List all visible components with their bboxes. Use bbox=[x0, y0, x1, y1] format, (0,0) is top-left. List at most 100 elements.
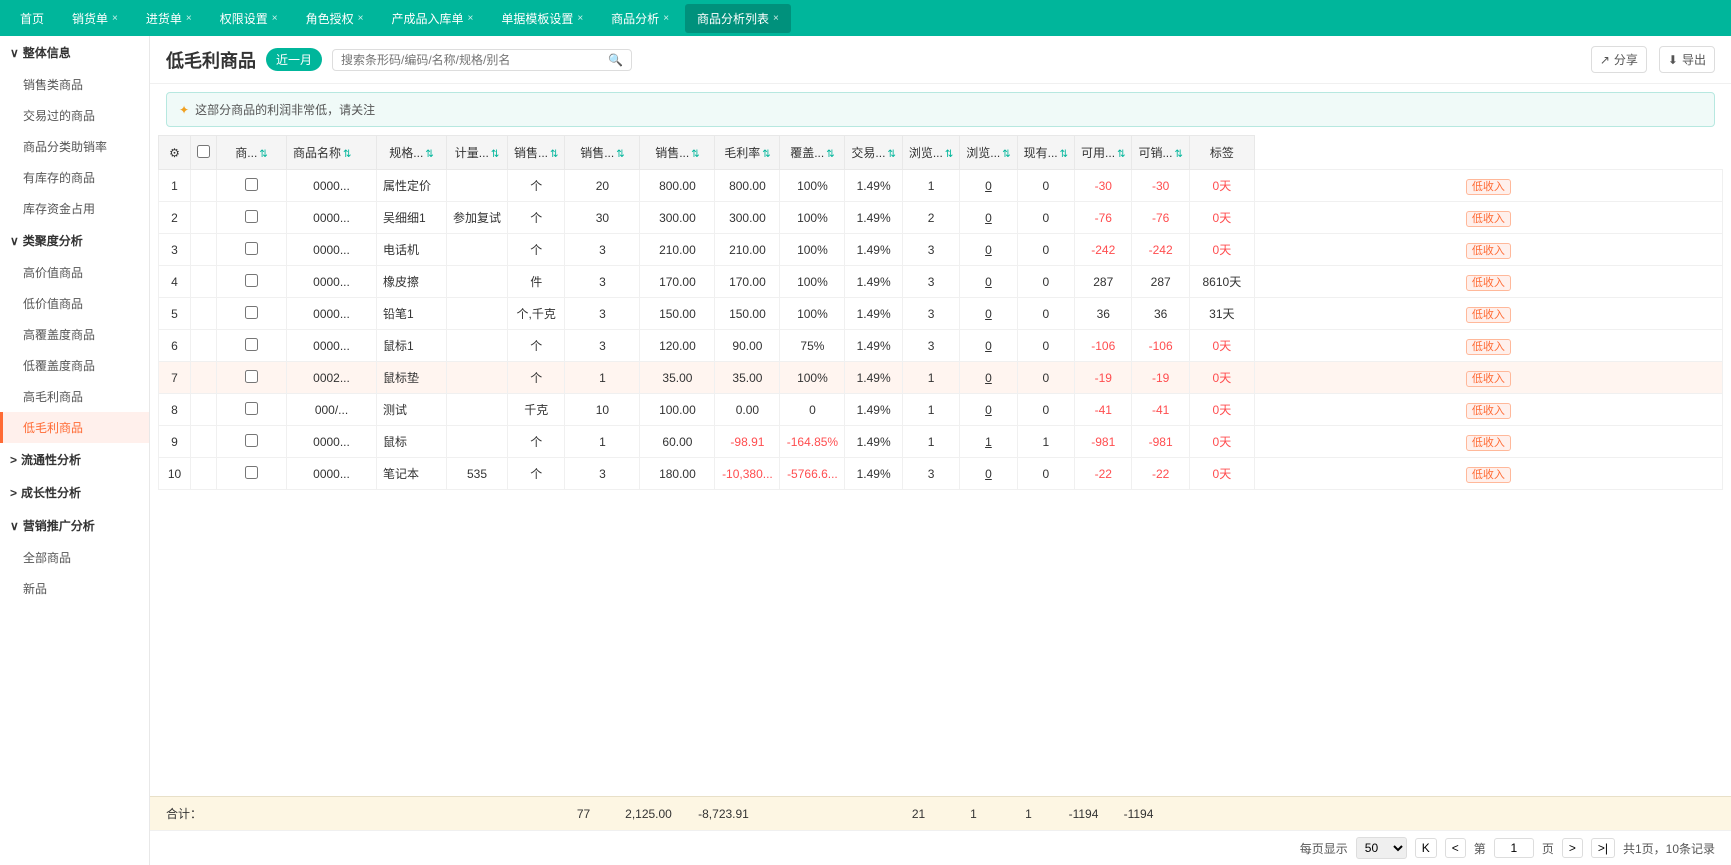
sidebar-item-low-value[interactable]: 低价值商品 bbox=[0, 288, 149, 319]
col-unit[interactable]: 计量...⇅ bbox=[447, 136, 508, 170]
cell-browse1[interactable]: 0 bbox=[960, 330, 1017, 362]
search-icon[interactable]: 🔍 bbox=[608, 53, 623, 67]
close-icon[interactable]: × bbox=[577, 13, 583, 24]
row-checkbox[interactable] bbox=[245, 338, 258, 351]
cell-browse1[interactable]: 0 bbox=[960, 458, 1017, 490]
share-button[interactable]: ↗ 分享 bbox=[1591, 46, 1647, 73]
next-page-button[interactable]: > bbox=[1562, 838, 1583, 858]
sidebar-group-liquidity[interactable]: > 流通性分析 bbox=[0, 443, 149, 476]
sidebar-item-high-value[interactable]: 高价值商品 bbox=[0, 257, 149, 288]
cell-browse1[interactable]: 0 bbox=[960, 266, 1017, 298]
cell-current: -106 bbox=[1075, 330, 1132, 362]
sidebar-item-all-goods[interactable]: 全部商品 bbox=[0, 542, 149, 573]
export-button[interactable]: ⬇ 导出 bbox=[1659, 46, 1715, 73]
cell-check[interactable] bbox=[217, 298, 287, 330]
col-browse1[interactable]: 浏览...⇅ bbox=[902, 136, 959, 170]
row-checkbox[interactable] bbox=[245, 434, 258, 447]
close-icon[interactable]: × bbox=[112, 13, 118, 24]
row-checkbox[interactable] bbox=[245, 274, 258, 287]
col-settings[interactable]: ⚙ bbox=[159, 136, 191, 170]
cell-browse1[interactable]: 0 bbox=[960, 170, 1017, 202]
sidebar-group-marketing[interactable]: ∨ 营销推广分析 bbox=[0, 509, 149, 542]
row-checkbox[interactable] bbox=[245, 402, 258, 415]
sidebar-group-overall[interactable]: ∨ 整体信息 bbox=[0, 36, 149, 69]
sidebar-item-high-margin[interactable]: 高毛利商品 bbox=[0, 381, 149, 412]
prev-page-button[interactable]: < bbox=[1445, 838, 1466, 858]
row-checkbox[interactable] bbox=[245, 242, 258, 255]
row-checkbox[interactable] bbox=[245, 370, 258, 383]
cell-row-num: 6 bbox=[159, 330, 191, 362]
cell-check[interactable] bbox=[217, 202, 287, 234]
nav-product-analysis[interactable]: 商品分析 × bbox=[599, 4, 681, 33]
last-page-button[interactable]: >| bbox=[1591, 838, 1615, 858]
nav-permissions[interactable]: 权限设置 × bbox=[208, 4, 290, 33]
sidebar-item-low-margin[interactable]: 低毛利商品 bbox=[0, 412, 149, 443]
search-input[interactable] bbox=[341, 53, 602, 67]
close-icon[interactable]: × bbox=[773, 13, 779, 24]
cell-check[interactable] bbox=[217, 330, 287, 362]
sidebar-item-traded-goods[interactable]: 交易过的商品 bbox=[0, 100, 149, 131]
select-all-checkbox[interactable] bbox=[197, 145, 210, 158]
col-coverage[interactable]: 覆盖...⇅ bbox=[780, 136, 845, 170]
col-current[interactable]: 现有...⇅ bbox=[1017, 136, 1074, 170]
page-number-input[interactable] bbox=[1494, 838, 1534, 858]
sidebar-item-category-assist[interactable]: 商品分类助销率 bbox=[0, 131, 149, 162]
col-code[interactable]: 商...⇅ bbox=[217, 136, 287, 170]
col-gross-rate[interactable]: 毛利率⇅ bbox=[715, 136, 780, 170]
col-name[interactable]: 商品名称⇅ bbox=[287, 136, 377, 170]
search-box[interactable]: 🔍 bbox=[332, 49, 632, 71]
nav-purchase-order[interactable]: 进货单 × bbox=[134, 4, 204, 33]
cell-browse1[interactable]: 1 bbox=[960, 426, 1017, 458]
row-checkbox[interactable] bbox=[245, 210, 258, 223]
filter-recent-month-button[interactable]: 近一月 bbox=[266, 48, 322, 71]
cell-browse1[interactable]: 0 bbox=[960, 298, 1017, 330]
row-checkbox[interactable] bbox=[245, 178, 258, 191]
cell-check[interactable] bbox=[217, 394, 287, 426]
per-page-select[interactable]: 50 100 bbox=[1356, 837, 1407, 859]
nav-home[interactable]: 首页 bbox=[8, 4, 56, 33]
close-icon[interactable]: × bbox=[358, 13, 364, 24]
cell-settings bbox=[191, 298, 217, 330]
cell-check[interactable] bbox=[217, 362, 287, 394]
col-sellable[interactable]: 可销...⇅ bbox=[1132, 136, 1189, 170]
cell-check[interactable] bbox=[217, 170, 287, 202]
nav-sales-order[interactable]: 销货单 × bbox=[60, 4, 130, 33]
cell-check[interactable] bbox=[217, 458, 287, 490]
table-container[interactable]: ⚙ 商...⇅ 商品名称⇅ 规格...⇅ 计量...⇅ 销售...⇅ 销售...… bbox=[150, 135, 1731, 796]
cell-check[interactable] bbox=[217, 426, 287, 458]
close-icon[interactable]: × bbox=[272, 13, 278, 24]
cell-browse1[interactable]: 0 bbox=[960, 202, 1017, 234]
nav-role-auth[interactable]: 角色授权 × bbox=[294, 4, 376, 33]
row-checkbox[interactable] bbox=[245, 466, 258, 479]
col-sales-qty[interactable]: 销售...⇅ bbox=[508, 136, 565, 170]
close-icon[interactable]: × bbox=[467, 13, 473, 24]
col-available[interactable]: 可用...⇅ bbox=[1075, 136, 1132, 170]
cell-browse1[interactable]: 0 bbox=[960, 362, 1017, 394]
col-sales-amount[interactable]: 销售...⇅ bbox=[565, 136, 640, 170]
close-icon[interactable]: × bbox=[186, 13, 192, 24]
col-trade[interactable]: 交易...⇅ bbox=[845, 136, 902, 170]
cell-code: 0000... bbox=[287, 234, 377, 266]
first-page-button[interactable]: K bbox=[1415, 838, 1437, 858]
sidebar-item-sales-goods[interactable]: 销售类商品 bbox=[0, 69, 149, 100]
sidebar-item-new-goods[interactable]: 新品 bbox=[0, 573, 149, 604]
col-sales-profit[interactable]: 销售...⇅ bbox=[640, 136, 715, 170]
sidebar-item-low-coverage[interactable]: 低覆盖度商品 bbox=[0, 350, 149, 381]
cell-check[interactable] bbox=[217, 234, 287, 266]
cell-check[interactable] bbox=[217, 266, 287, 298]
sidebar-group-cluster[interactable]: ∨ 类聚度分析 bbox=[0, 224, 149, 257]
nav-product-storage[interactable]: 产成品入库单 × bbox=[379, 4, 485, 33]
nav-product-analysis-list[interactable]: 商品分析列表 × bbox=[685, 4, 791, 33]
row-checkbox[interactable] bbox=[245, 306, 258, 319]
sidebar-item-in-stock[interactable]: 有库存的商品 bbox=[0, 162, 149, 193]
cell-browse1[interactable]: 0 bbox=[960, 234, 1017, 266]
col-spec[interactable]: 规格...⇅ bbox=[377, 136, 447, 170]
close-icon[interactable]: × bbox=[663, 13, 669, 24]
cell-browse1[interactable]: 0 bbox=[960, 394, 1017, 426]
col-browse2[interactable]: 浏览...⇅ bbox=[960, 136, 1017, 170]
nav-template-settings[interactable]: 单据模板设置 × bbox=[489, 4, 595, 33]
sidebar-item-high-coverage[interactable]: 高覆盖度商品 bbox=[0, 319, 149, 350]
sidebar-group-growth[interactable]: > 成长性分析 bbox=[0, 476, 149, 509]
col-check[interactable] bbox=[191, 136, 217, 170]
sidebar-item-stock-capital[interactable]: 库存资金占用 bbox=[0, 193, 149, 224]
